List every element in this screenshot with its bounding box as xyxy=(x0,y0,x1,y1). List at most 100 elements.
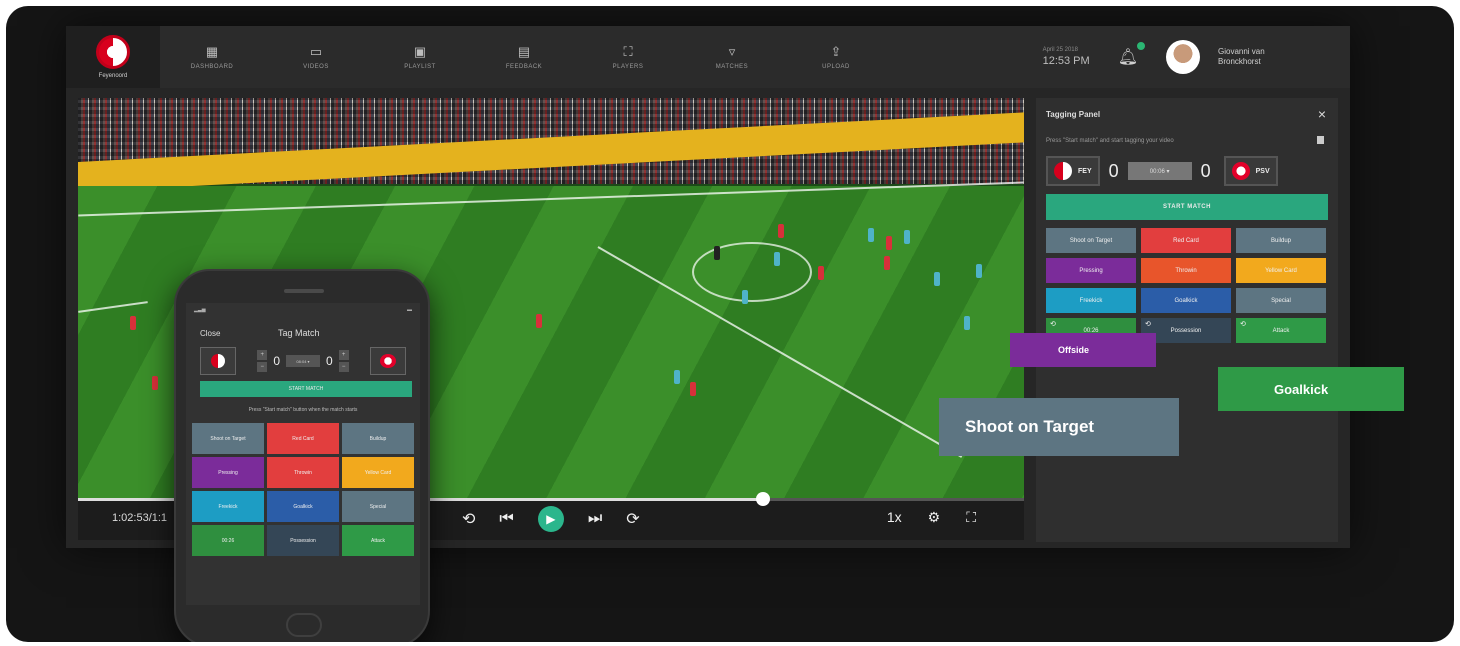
scrubber-handle[interactable] xyxy=(756,492,770,506)
club-logo-button[interactable]: Feyenoord xyxy=(66,26,160,88)
phone-home-button[interactable] xyxy=(286,613,322,637)
start-match-button[interactable]: START MATCH xyxy=(1046,194,1328,220)
tag-button-label: Throwin xyxy=(294,469,312,476)
tag-button[interactable]: Goalkick xyxy=(1141,288,1231,313)
forward-icon[interactable]: ⟳ xyxy=(626,509,639,529)
phone-title: Tag Match xyxy=(278,328,320,338)
nav-item-videos[interactable]: ▭ VIDEOS xyxy=(264,45,368,70)
tag-button-label: Buildup xyxy=(369,435,387,442)
phone-home-team[interactable] xyxy=(200,347,236,375)
plus-icon[interactable]: + xyxy=(257,350,268,360)
video-icon: ▭ xyxy=(309,43,323,59)
away-team-button[interactable]: PSV xyxy=(1223,156,1278,186)
touchline xyxy=(78,181,1024,217)
player xyxy=(152,376,158,390)
feedback-icon: ▤ xyxy=(517,43,531,59)
nav-item-feedback[interactable]: ▤ FEEDBACK xyxy=(472,45,576,70)
tag-button[interactable]: 00:26 xyxy=(192,525,264,556)
phone-hint: Press "Start match" button when the matc… xyxy=(248,407,358,413)
home-score: 0 xyxy=(1108,160,1119,181)
nav-item-matches[interactable]: ▿ MATCHES xyxy=(680,45,784,70)
notification-bell-icon[interactable]: 🔔︎ xyxy=(1118,42,1145,67)
nav-item-dashboard[interactable]: ▦ DASHBOARD xyxy=(160,45,264,70)
trash-icon[interactable] xyxy=(1317,136,1324,144)
tag-button-label: Buildup xyxy=(1270,237,1291,244)
tag-button[interactable]: Yellow Card xyxy=(342,457,414,488)
tag-button-label: Goalkick xyxy=(1174,297,1198,304)
phone-time-select[interactable]: 08:04 ▾ xyxy=(286,355,320,367)
tag-button[interactable]: Special xyxy=(1236,288,1326,313)
match-time-select[interactable]: 00:06 ▾ xyxy=(1127,162,1192,180)
tag-button-label: Pressing xyxy=(218,469,238,476)
home-score-stepper[interactable]: + − xyxy=(257,350,268,372)
tag-button-label: Throwin xyxy=(1175,267,1197,274)
phone-score-row: + − 0 08:04 ▾ 0 + − xyxy=(200,345,406,377)
timer-icon: ⟲ xyxy=(1240,321,1246,328)
tag-button[interactable]: Shoot on Target xyxy=(192,423,264,454)
minus-icon[interactable]: − xyxy=(257,362,268,372)
previous-icon[interactable]: ⏮︎ xyxy=(499,510,513,528)
player xyxy=(130,316,136,330)
tag-button-label: Red Card xyxy=(292,435,314,442)
user-menu[interactable]: Giovanni van Bronckhorst xyxy=(1166,40,1290,74)
phone-close-button[interactable]: Close xyxy=(200,329,220,338)
matches-icon: ▿ xyxy=(728,43,736,59)
tag-button[interactable]: Freekick xyxy=(1046,288,1136,313)
play-button[interactable]: ▶ xyxy=(537,506,564,532)
home-team-name: FEY xyxy=(1078,167,1092,175)
phone-tag-grid: Shoot on Target Red Card Buildup Pressing Th… xyxy=(192,423,416,556)
nav-item-label: FEEDBACK xyxy=(505,63,543,70)
avatar xyxy=(1166,40,1200,74)
rewind-icon[interactable]: ⟲ xyxy=(462,509,475,529)
tag-button[interactable]: Throwin xyxy=(1141,258,1231,283)
tag-button[interactable]: Possession xyxy=(267,525,339,556)
player xyxy=(886,236,892,250)
nav-item-label: PLAYLIST xyxy=(404,63,436,70)
phone-start-match-button[interactable]: START MATCH xyxy=(200,381,412,397)
player xyxy=(774,252,780,266)
nav-item-playlist[interactable]: ▣ PLAYLIST xyxy=(368,45,472,70)
tag-button[interactable]: Goalkick xyxy=(267,491,339,522)
tag-button[interactable]: Special xyxy=(342,491,414,522)
tag-button[interactable]: ⟲ Attack xyxy=(1236,318,1326,343)
tag-button-label: Freekick xyxy=(218,503,238,510)
home-team-button[interactable]: FEY xyxy=(1046,156,1100,186)
player xyxy=(868,228,874,242)
tag-button-label: Special xyxy=(1271,297,1291,304)
tag-button[interactable]: Shoot on Target xyxy=(1046,228,1136,253)
panel-hint: Press "Start match" and start tagging yo… xyxy=(1046,138,1174,144)
nav-item-players[interactable]: ⛶ PLAYERS xyxy=(576,45,680,70)
phone-away-team[interactable] xyxy=(370,347,406,375)
settings-gear-icon[interactable]: ⚙ xyxy=(928,509,941,526)
tag-button[interactable]: Attack xyxy=(342,525,414,556)
away-score-stepper[interactable]: + − xyxy=(338,350,349,372)
player xyxy=(976,264,982,278)
tag-button[interactable]: Buildup xyxy=(1236,228,1326,253)
tag-button-label: Attack xyxy=(371,537,385,544)
close-icon[interactable]: × xyxy=(1318,106,1326,122)
psv-logo-icon xyxy=(1231,162,1250,180)
tag-button-label: Special xyxy=(369,503,387,510)
play-icon: ▶ xyxy=(546,512,556,526)
tag-button[interactable]: Freekick xyxy=(192,491,264,522)
upload-icon: ⇪ xyxy=(830,43,842,59)
tag-button[interactable]: Buildup xyxy=(342,423,414,454)
minus-icon[interactable]: − xyxy=(338,362,349,372)
field-line xyxy=(78,301,148,313)
speed-button[interactable]: 1x xyxy=(887,509,902,526)
tag-button[interactable]: Red Card xyxy=(267,423,339,454)
tag-button[interactable]: Pressing xyxy=(192,457,264,488)
next-icon[interactable]: ⏭︎ xyxy=(588,510,602,528)
fullscreen-icon[interactable]: ⛶ xyxy=(966,509,976,526)
time-text: 12:53 PM xyxy=(1042,55,1090,67)
floating-offside-tag: Offside xyxy=(1010,333,1156,367)
tag-button-label: Freekick xyxy=(1079,297,1103,304)
nav-item-upload[interactable]: ⇪ UPLOAD xyxy=(784,45,888,70)
tag-button[interactable]: Yellow Card xyxy=(1236,258,1326,283)
plus-icon[interactable]: + xyxy=(338,350,349,360)
tag-button-label: Pressing xyxy=(1079,267,1103,274)
tag-button[interactable]: Red Card xyxy=(1141,228,1231,253)
tag-button[interactable]: Throwin xyxy=(267,457,339,488)
tag-button[interactable]: Pressing xyxy=(1046,258,1136,283)
nav-item-label: PLAYERS xyxy=(612,63,644,70)
